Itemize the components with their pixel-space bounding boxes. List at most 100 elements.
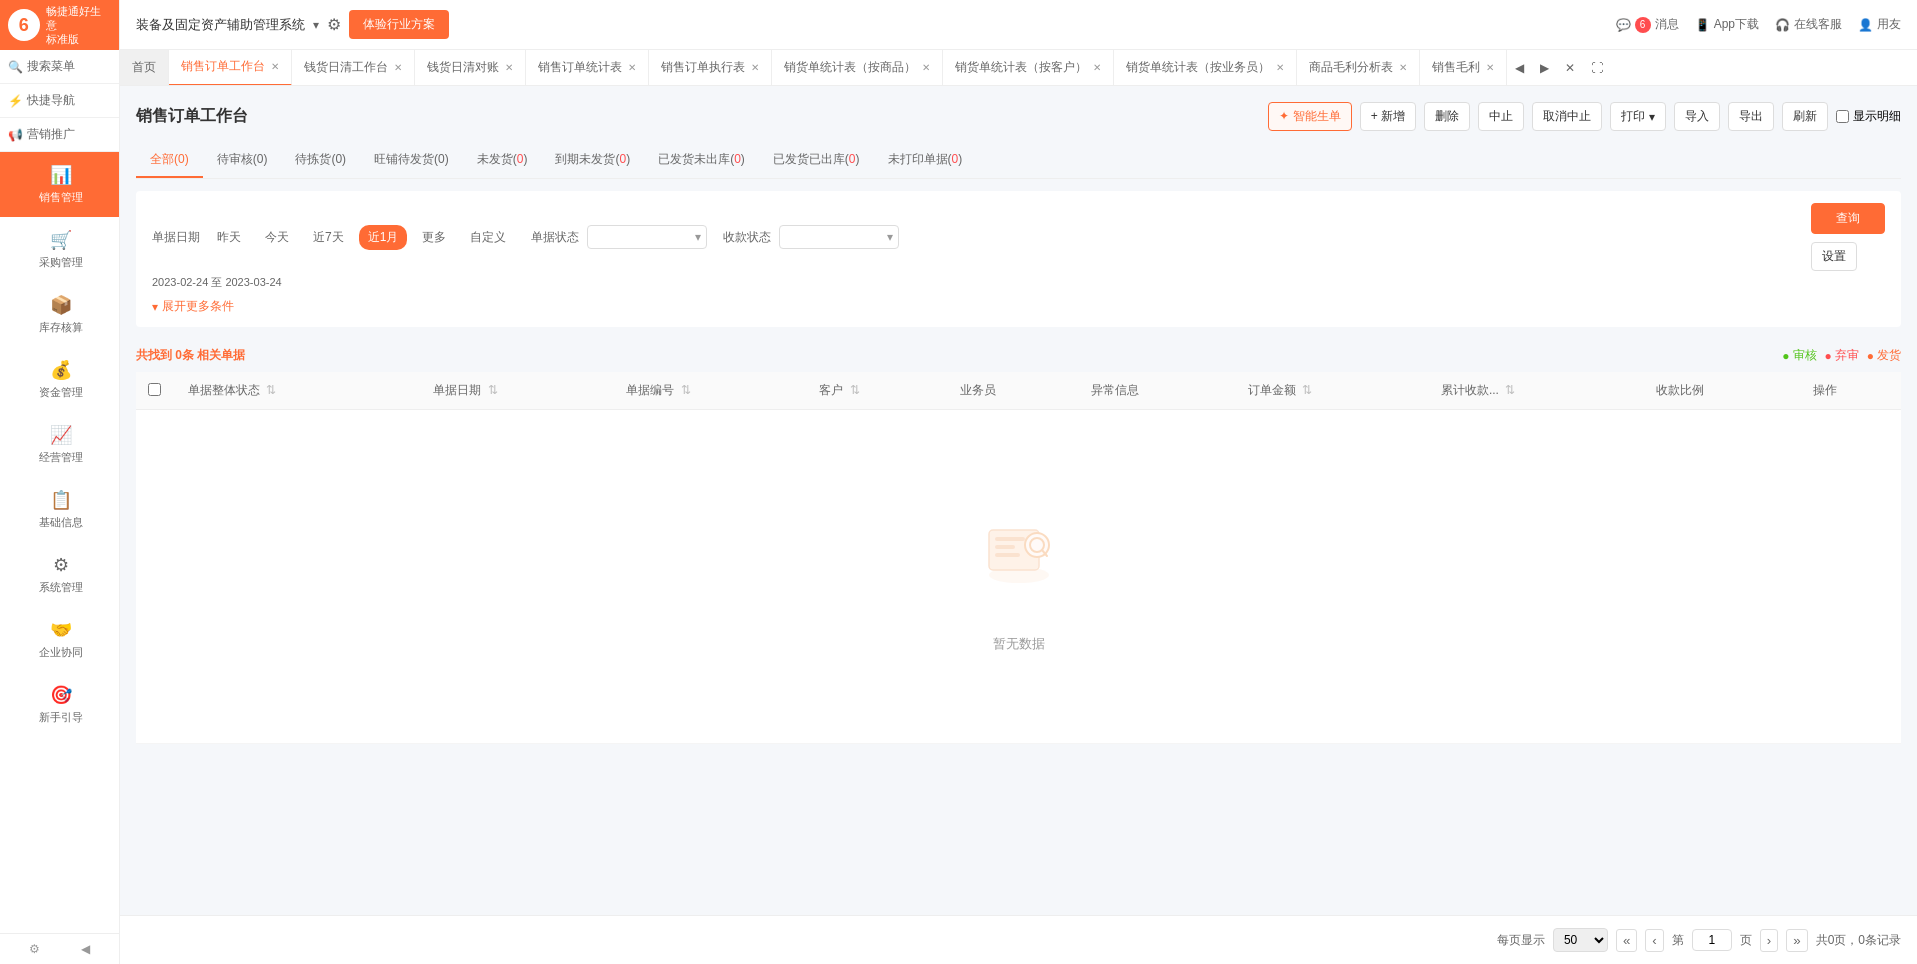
export-btn[interactable]: 导出 — [1728, 102, 1774, 131]
expand-filter-btn[interactable]: ▾ 展开更多条件 — [152, 298, 1885, 315]
tab-sales-stat[interactable]: 销售订单统计表 ✕ — [526, 50, 649, 86]
approve-btn[interactable]: ● 审核 — [1782, 347, 1816, 364]
sidebar-item-operations[interactable]: 📈 经营管理 — [0, 412, 119, 477]
status-select[interactable] — [587, 225, 707, 249]
collapse-icon[interactable]: ◀ — [81, 942, 90, 956]
user-menu[interactable]: 👤 用友 — [1858, 16, 1901, 33]
tab-cash-reconcile[interactable]: 钱货日清对账 ✕ — [415, 50, 526, 86]
tab-sales-summary-product[interactable]: 销货单统计表（按商品） ✕ — [772, 50, 943, 86]
smart-create-btn[interactable]: ✦ 智能生单 — [1268, 102, 1351, 131]
subtab-not-printed[interactable]: 未打印单据(0) — [874, 143, 977, 178]
delete-btn[interactable]: 删除 — [1424, 102, 1470, 131]
payment-select[interactable] — [779, 225, 899, 249]
tab-cash-daily[interactable]: 钱货日清工作台 ✕ — [292, 50, 415, 86]
tab-sales-exec[interactable]: 销售订单执行表 ✕ — [649, 50, 772, 86]
subtab-shipped-out[interactable]: 已发货已出库(0) — [759, 143, 874, 178]
import-btn[interactable]: 导入 — [1674, 102, 1720, 131]
tab-sales-summary-customer[interactable]: 销货单统计表（按客户） ✕ — [943, 50, 1114, 86]
topbar-setting-icon[interactable]: ⚙ — [327, 15, 341, 34]
tab-close-sales-profit[interactable]: ✕ — [1486, 62, 1494, 73]
sidebar-item-system[interactable]: ⚙ 系统管理 — [0, 542, 119, 607]
online-service-btn[interactable]: 🎧 在线客服 — [1775, 16, 1842, 33]
status-select-wrapper — [587, 225, 707, 249]
sidebar-item-purchase[interactable]: 🛒 采购管理 — [0, 217, 119, 282]
tab-close-all[interactable]: ✕ — [1557, 61, 1583, 75]
subtab-not-shipped[interactable]: 未发货(0) — [463, 143, 542, 178]
sidebar-item-sales[interactable]: 📊 销售管理 — [0, 152, 119, 217]
tab-close-sales-summary-customer[interactable]: ✕ — [1093, 62, 1101, 73]
tab-close-cash-daily[interactable]: ✕ — [394, 62, 402, 73]
page-input[interactable] — [1692, 929, 1732, 951]
filter-status-item: 单据状态 — [531, 225, 707, 249]
print-btn[interactable]: 打印 ▾ — [1610, 102, 1666, 131]
subtab-shipped-not-out[interactable]: 已发货未出库(0) — [644, 143, 759, 178]
add-btn[interactable]: + 新增 — [1360, 102, 1416, 131]
date-more[interactable]: 更多 — [413, 225, 455, 250]
quick-icon: ⚡ — [8, 94, 23, 108]
subtab-expired-not-shipped[interactable]: 到期未发货(0) — [541, 143, 644, 178]
sort-amount-icon[interactable]: ⇅ — [1302, 383, 1312, 397]
ship-icon: ● — [1867, 349, 1874, 363]
date-custom[interactable]: 自定义 — [461, 225, 515, 250]
svg-rect-4 — [995, 553, 1020, 557]
sidebar-item-company[interactable]: 🤝 企业协同 — [0, 607, 119, 672]
stop-btn[interactable]: 中止 — [1478, 102, 1524, 131]
query-btn[interactable]: 查询 — [1811, 203, 1885, 234]
tab-close-cash-reconcile[interactable]: ✕ — [505, 62, 513, 73]
page-prev-btn[interactable]: ‹ — [1645, 929, 1663, 952]
page-next-btn[interactable]: › — [1760, 929, 1778, 952]
sort-collected-icon[interactable]: ⇅ — [1505, 383, 1515, 397]
subtab-pending-review[interactable]: 待审核(0) — [203, 143, 282, 178]
sidebar-item-promo[interactable]: 📢 营销推广 — [0, 118, 119, 152]
select-all-checkbox[interactable] — [148, 383, 161, 396]
setting-filter-btn[interactable]: 设置 — [1811, 242, 1857, 271]
tab-close-product-margin[interactable]: ✕ — [1399, 62, 1407, 73]
sort-number-icon[interactable]: ⇅ — [681, 383, 691, 397]
message-btn[interactable]: 💬 6 消息 — [1616, 16, 1679, 33]
tab-close-sales-workbench[interactable]: ✕ — [271, 61, 279, 72]
ship-btn[interactable]: ● 发货 — [1867, 347, 1901, 364]
sidebar-item-search[interactable]: 🔍 搜索菜单 — [0, 50, 119, 84]
subtab-all[interactable]: 全部(0) — [136, 143, 203, 178]
tab-home[interactable]: 首页 — [120, 50, 169, 86]
sidebar-item-finance[interactable]: 💰 资金管理 — [0, 347, 119, 412]
show-detail-checkbox[interactable]: 显示明细 — [1836, 108, 1901, 125]
tab-sales-summary-staff[interactable]: 销货单统计表（按业务员） ✕ — [1114, 50, 1297, 86]
tab-product-margin[interactable]: 商品毛利分析表 ✕ — [1297, 50, 1420, 86]
experience-btn[interactable]: 体验行业方案 — [349, 10, 449, 39]
sidebar-item-basic[interactable]: 📋 基础信息 — [0, 477, 119, 542]
tab-sales-workbench[interactable]: 销售订单工作台 ✕ — [169, 50, 292, 86]
show-detail-input[interactable] — [1836, 110, 1849, 123]
date-7days[interactable]: 近7天 — [304, 225, 353, 250]
system-dropdown[interactable]: ▾ — [313, 18, 319, 32]
tab-nav-next[interactable]: ▶ — [1532, 61, 1557, 75]
tab-nav-prev[interactable]: ◀ — [1507, 61, 1532, 75]
subtab-pending-inspect[interactable]: 待拣货(0) — [281, 143, 360, 178]
sidebar-item-quick[interactable]: ⚡ 快捷导航 — [0, 84, 119, 118]
tab-close-sales-summary-product[interactable]: ✕ — [922, 62, 930, 73]
cancel-stop-btn[interactable]: 取消中止 — [1532, 102, 1602, 131]
tab-sales-profit[interactable]: 销售毛利 ✕ — [1420, 50, 1507, 86]
subtab-wangpu-pending[interactable]: 旺铺待发货(0) — [360, 143, 463, 178]
filter-area: 单据日期 昨天 今天 近7天 近1月 更多 自定义 单据状态 — [136, 191, 1901, 327]
sort-status-icon[interactable]: ⇅ — [266, 383, 276, 397]
app-download-btn[interactable]: 📱 App下载 — [1695, 16, 1759, 33]
date-yesterday[interactable]: 昨天 — [208, 225, 250, 250]
tab-close-sales-summary-staff[interactable]: ✕ — [1276, 62, 1284, 73]
tab-close-sales-exec[interactable]: ✕ — [751, 62, 759, 73]
total-text: 共0页，0条记录 — [1816, 932, 1901, 949]
per-page-select[interactable]: 50 20 100 — [1553, 928, 1608, 952]
sidebar-item-guide[interactable]: 🎯 新手引导 — [0, 672, 119, 737]
date-1month[interactable]: 近1月 — [359, 225, 408, 250]
tab-close-sales-stat[interactable]: ✕ — [628, 62, 636, 73]
sidebar-item-inventory[interactable]: 📦 库存核算 — [0, 282, 119, 347]
tab-fullscreen[interactable]: ⛶ — [1583, 61, 1611, 75]
sort-date-icon[interactable]: ⇅ — [488, 383, 498, 397]
page-last-btn[interactable]: » — [1786, 929, 1807, 952]
refresh-btn[interactable]: 刷新 — [1782, 102, 1828, 131]
date-today[interactable]: 今天 — [256, 225, 298, 250]
revoke-btn[interactable]: ● 弃审 — [1825, 347, 1859, 364]
settings-icon[interactable]: ⚙ — [29, 942, 40, 956]
page-first-btn[interactable]: « — [1616, 929, 1637, 952]
sort-customer-icon[interactable]: ⇅ — [850, 383, 860, 397]
